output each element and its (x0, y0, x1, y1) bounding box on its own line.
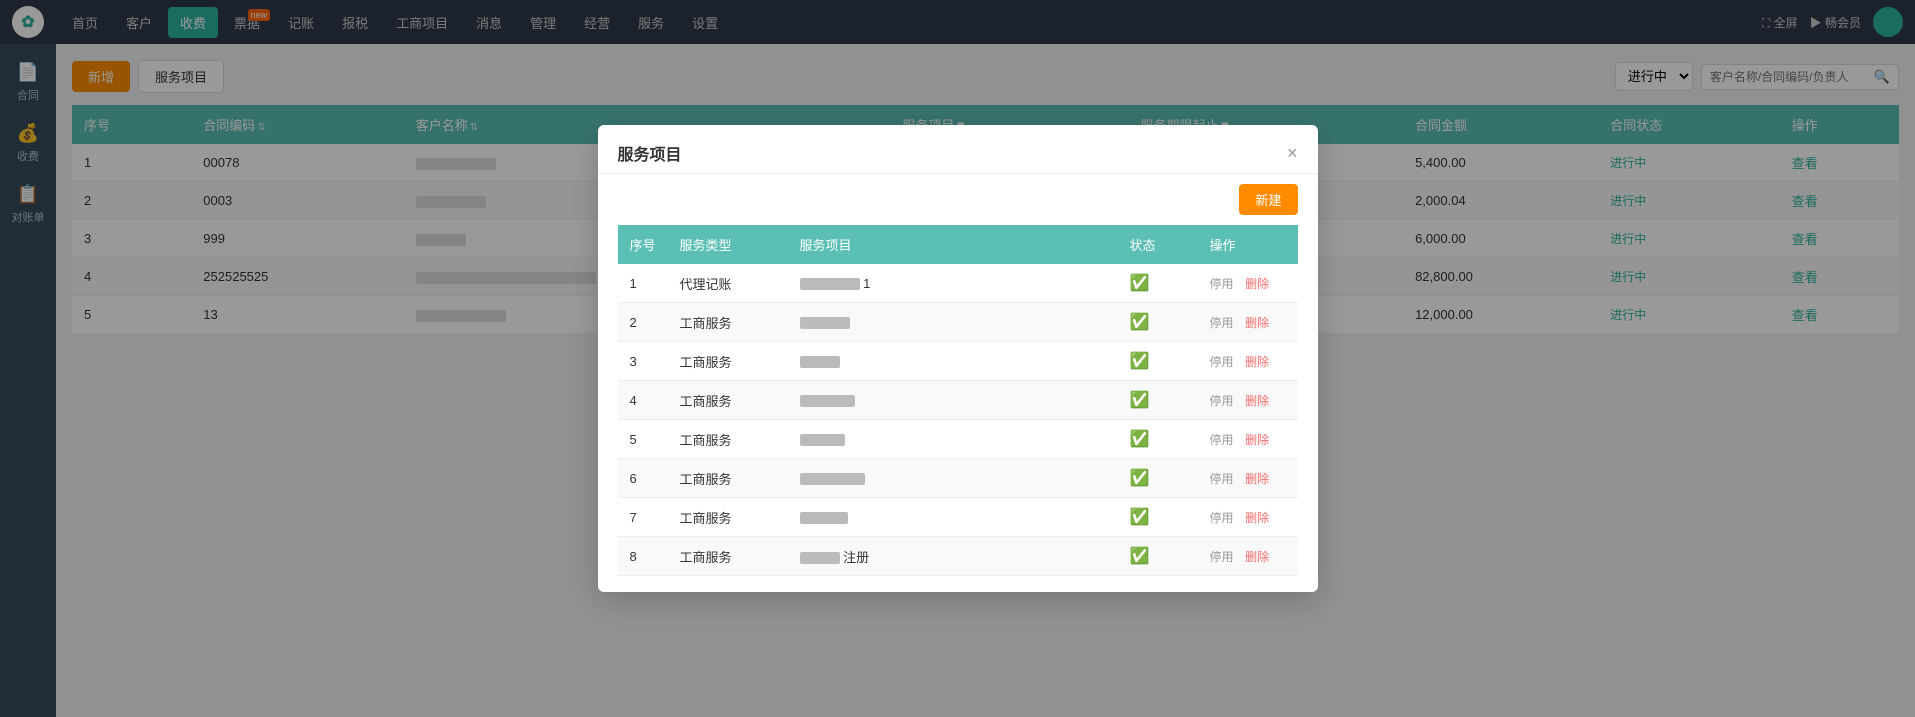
delete-btn[interactable]: 删除 (1245, 355, 1269, 369)
modal-table-row: 4 工商服务 ✅ 停用 删除 (618, 381, 1298, 420)
modal-table-row: 1 代理记账 1 ✅ 停用 删除 (618, 264, 1298, 303)
stop-btn[interactable]: 停用 (1210, 277, 1234, 291)
delete-btn[interactable]: 删除 (1245, 316, 1269, 330)
delete-btn[interactable]: 删除 (1245, 550, 1269, 564)
modal-table-header: 序号 服务类型 服务项目 状态 操作 (618, 225, 1298, 264)
modal-table-body: 1 代理记账 1 ✅ 停用 删除 2 工商服务 ✅ (618, 264, 1298, 576)
modal-table-row: 7 工商服务 ✅ 停用 删除 (618, 498, 1298, 537)
status-check-icon: ✅ (1130, 353, 1150, 370)
delete-btn[interactable]: 删除 (1245, 433, 1269, 447)
modal-toolbar: 新建 (598, 174, 1318, 225)
status-check-icon: ✅ (1130, 275, 1150, 292)
stop-btn[interactable]: 停用 (1210, 550, 1234, 564)
stop-btn[interactable]: 停用 (1210, 433, 1234, 447)
service-table: 序号 服务类型 服务项目 状态 操作 1 代理记账 1 ✅ 停用 (618, 225, 1298, 576)
status-check-icon: ✅ (1130, 548, 1150, 565)
stop-btn[interactable]: 停用 (1210, 355, 1234, 369)
stop-btn[interactable]: 停用 (1210, 472, 1234, 486)
modal-table-row: 8 工商服务 注册 ✅ 停用 删除 (618, 537, 1298, 576)
status-check-icon: ✅ (1130, 509, 1150, 526)
delete-btn[interactable]: 删除 (1245, 394, 1269, 408)
modal-new-button[interactable]: 新建 (1239, 184, 1297, 215)
stop-btn[interactable]: 停用 (1210, 511, 1234, 525)
delete-btn[interactable]: 删除 (1245, 511, 1269, 525)
status-check-icon: ✅ (1130, 392, 1150, 409)
modal-table-row: 6 工商服务 ✅ 停用 删除 (618, 459, 1298, 498)
delete-btn[interactable]: 删除 (1245, 277, 1269, 291)
service-modal: 服务项目 × 新建 序号 服务类型 服务项目 状态 操作 (598, 125, 1318, 592)
modal-title: 服务项目 (618, 141, 682, 165)
modal-table-row: 2 工商服务 ✅ 停用 删除 (618, 303, 1298, 342)
modal-body: 序号 服务类型 服务项目 状态 操作 1 代理记账 1 ✅ 停用 (598, 225, 1318, 592)
stop-btn[interactable]: 停用 (1210, 316, 1234, 330)
modal-close-button[interactable]: × (1287, 143, 1298, 164)
status-check-icon: ✅ (1130, 431, 1150, 448)
modal-table-row: 3 工商服务 ✅ 停用 删除 (618, 342, 1298, 381)
modal-overlay: 服务项目 × 新建 序号 服务类型 服务项目 状态 操作 (0, 0, 1915, 717)
delete-btn[interactable]: 删除 (1245, 472, 1269, 486)
status-check-icon: ✅ (1130, 470, 1150, 487)
modal-header: 服务项目 × (598, 125, 1318, 174)
stop-btn[interactable]: 停用 (1210, 394, 1234, 408)
status-check-icon: ✅ (1130, 314, 1150, 331)
modal-table-row: 5 工商服务 ✅ 停用 删除 (618, 420, 1298, 459)
